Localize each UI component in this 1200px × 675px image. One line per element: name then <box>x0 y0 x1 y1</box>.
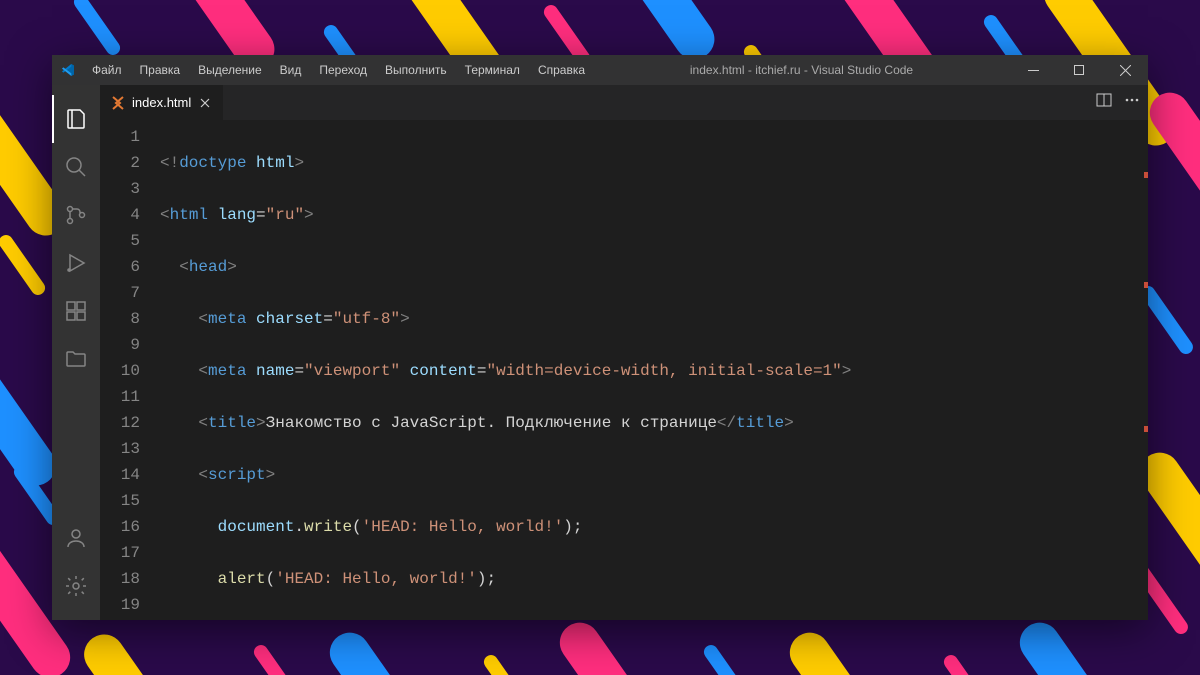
close-button[interactable] <box>1102 55 1148 85</box>
account-icon[interactable] <box>52 514 100 562</box>
activity-bar <box>52 85 100 620</box>
editor-area: index.html 12345678910111213141516 <box>100 85 1148 620</box>
menu-selection[interactable]: Выделение <box>190 59 270 81</box>
menu-bar: Файл Правка Выделение Вид Переход Выполн… <box>84 59 593 81</box>
menu-help[interactable]: Справка <box>530 59 593 81</box>
overview-ruler[interactable] <box>1136 120 1148 620</box>
explorer-icon[interactable] <box>52 95 100 143</box>
window-controls <box>1010 55 1148 85</box>
vscode-logo-icon <box>60 62 76 78</box>
tab-index-html[interactable]: index.html <box>100 85 224 120</box>
menu-view[interactable]: Вид <box>272 59 310 81</box>
folder-icon[interactable] <box>52 335 100 383</box>
maximize-button[interactable] <box>1056 55 1102 85</box>
extensions-icon[interactable] <box>52 287 100 335</box>
code-editor[interactable]: 12345678910111213141516171819 <!doctype … <box>100 120 1148 620</box>
tab-label: index.html <box>132 95 191 110</box>
title-bar: Файл Правка Выделение Вид Переход Выполн… <box>52 55 1148 85</box>
menu-go[interactable]: Переход <box>311 59 375 81</box>
search-icon[interactable] <box>52 143 100 191</box>
html-file-icon <box>110 95 126 111</box>
settings-gear-icon[interactable] <box>52 562 100 610</box>
run-debug-icon[interactable] <box>52 239 100 287</box>
line-numbers: 12345678910111213141516171819 <box>100 120 160 620</box>
code-content[interactable]: <!doctype html> <html lang="ru"> <head> … <box>160 120 1148 620</box>
menu-run[interactable]: Выполнить <box>377 59 455 81</box>
editor-actions <box>1096 85 1148 120</box>
more-actions-icon[interactable] <box>1124 92 1140 113</box>
menu-edit[interactable]: Правка <box>132 59 189 81</box>
source-control-icon[interactable] <box>52 191 100 239</box>
menu-file[interactable]: Файл <box>84 59 130 81</box>
menu-terminal[interactable]: Терминал <box>457 59 528 81</box>
minimize-button[interactable] <box>1010 55 1056 85</box>
window-title: index.html - itchief.ru - Visual Studio … <box>593 63 1010 77</box>
main-area: index.html 12345678910111213141516 <box>52 85 1148 620</box>
tabs-bar: index.html <box>100 85 1148 120</box>
tab-close-icon[interactable] <box>197 95 213 111</box>
vscode-window: Файл Правка Выделение Вид Переход Выполн… <box>52 55 1148 620</box>
split-editor-icon[interactable] <box>1096 92 1112 113</box>
